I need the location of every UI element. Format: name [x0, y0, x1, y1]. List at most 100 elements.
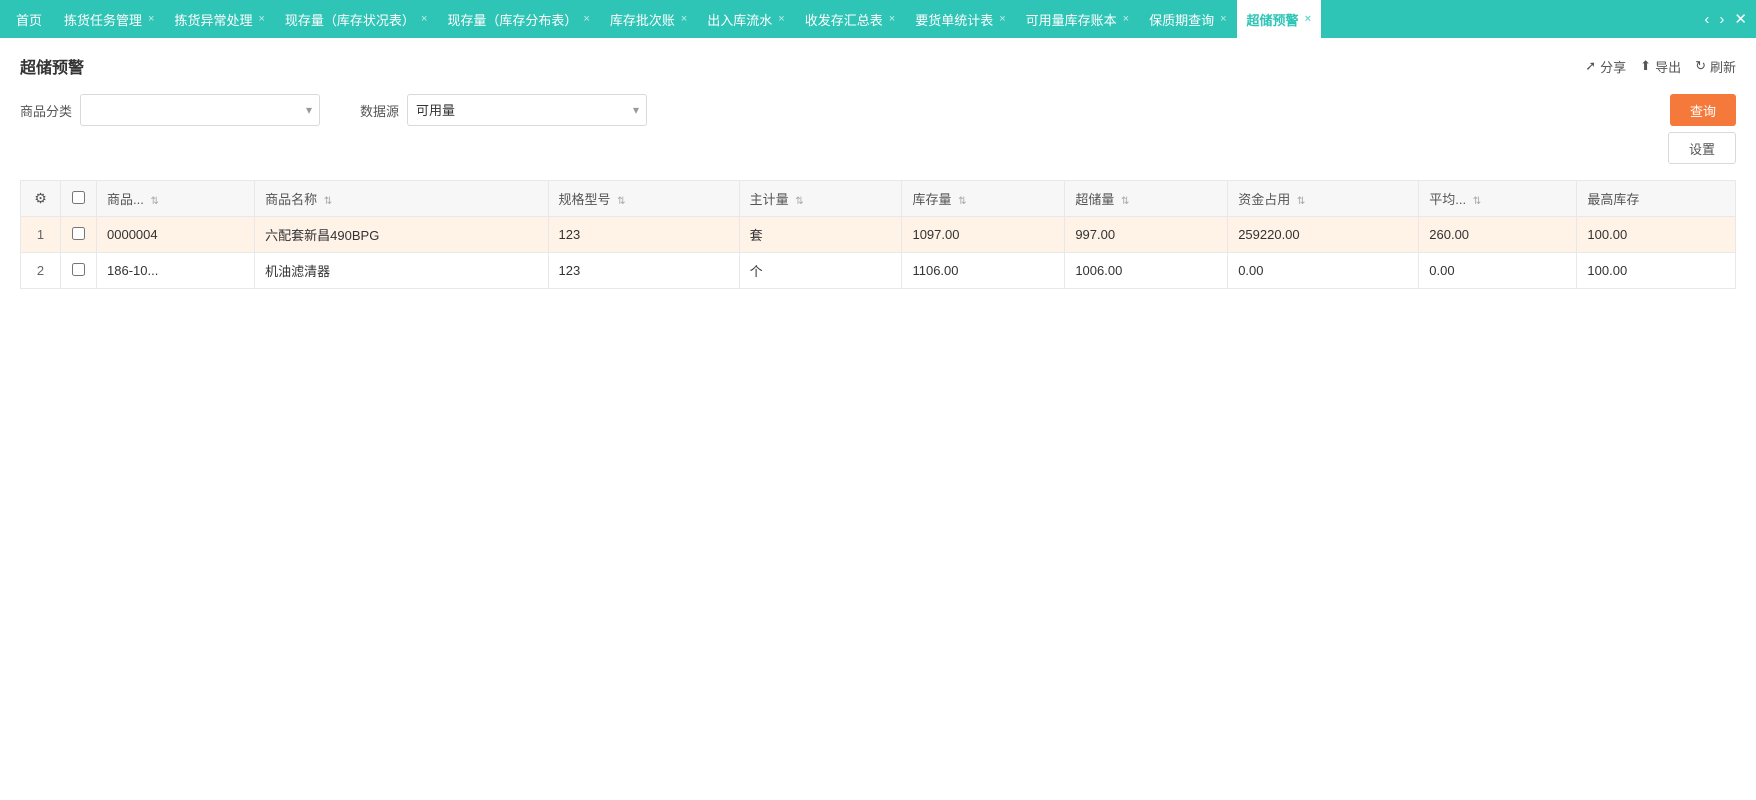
sort-icon: ⇅	[958, 196, 966, 207]
close-icon[interactable]: ×	[889, 13, 895, 25]
close-icon[interactable]: ×	[421, 13, 427, 25]
tab-jianhuorenwu[interactable]: 拣货任务管理 ×	[54, 0, 164, 38]
tab-jianhuoyichang[interactable]: 拣货异常处理 ×	[164, 0, 274, 38]
th-product-name-label: 商品名称	[265, 192, 317, 207]
close-icon[interactable]: ×	[681, 13, 687, 25]
arrow-expand-icon[interactable]: ✕	[1729, 10, 1752, 28]
tab-xiancunliang2[interactable]: 现存量（库存分布表） ×	[437, 0, 599, 38]
sort-icon: ⇅	[795, 196, 803, 207]
share-icon: ➚	[1585, 58, 1596, 74]
th-capital-label: 资金占用	[1238, 192, 1290, 207]
share-button[interactable]: ➚ 分享	[1585, 57, 1626, 76]
th-unit-label: 主计量	[750, 192, 789, 207]
th-stock[interactable]: 库存量 ⇅	[902, 181, 1065, 217]
query-button[interactable]: 查询	[1670, 94, 1736, 126]
datasource-label: 数据源	[360, 101, 399, 120]
arrow-left-icon[interactable]: ‹	[1699, 11, 1714, 28]
cell-overstock: 1006.00	[1065, 253, 1228, 289]
th-spec-label: 规格型号	[559, 192, 611, 207]
close-icon[interactable]: ×	[1220, 13, 1226, 25]
th-capital[interactable]: 资金占用 ⇅	[1228, 181, 1419, 217]
close-icon[interactable]: ×	[1305, 13, 1311, 25]
cell-spec: 123	[548, 253, 739, 289]
main-content: 超储预警 ➚ 分享 ⬆ 导出 ↻ 刷新 商品分类	[0, 38, 1756, 800]
close-icon[interactable]: ×	[778, 13, 784, 25]
table-header-row: ⚙ 商品... ⇅ 商品名称 ⇅ 规格型号 ⇅ 主计量	[21, 181, 1736, 217]
cell-capital: 0.00	[1228, 253, 1419, 289]
cell-max-stock: 100.00	[1577, 253, 1736, 289]
close-icon[interactable]: ×	[148, 13, 154, 25]
row-num: 2	[21, 253, 61, 289]
sort-icon: ⇅	[1473, 196, 1481, 207]
cell-overstock: 997.00	[1065, 217, 1228, 253]
cell-product-name: 机油滤清器	[255, 253, 548, 289]
page-header: 超储预警 ➚ 分享 ⬆ 导出 ↻ 刷新	[20, 54, 1736, 78]
datasource-select[interactable]: 可用量	[407, 94, 647, 126]
header-actions: ➚ 分享 ⬆ 导出 ↻ 刷新	[1585, 57, 1736, 76]
close-icon[interactable]: ×	[583, 13, 589, 25]
cell-avg: 260.00	[1419, 217, 1577, 253]
row-checkbox[interactable]	[72, 227, 85, 240]
tab-shoufacun[interactable]: 收发存汇总表 ×	[795, 0, 905, 38]
filter-category: 商品分类	[20, 94, 320, 126]
close-icon[interactable]: ×	[1123, 13, 1129, 25]
refresh-button[interactable]: ↻ 刷新	[1695, 57, 1736, 76]
cell-stock: 1097.00	[902, 217, 1065, 253]
cell-unit: 套	[739, 217, 902, 253]
page-title: 超储预警	[20, 54, 84, 78]
cell-stock: 1106.00	[902, 253, 1065, 289]
category-select[interactable]	[80, 94, 320, 126]
th-avg-label: 平均...	[1429, 192, 1466, 207]
export-icon: ⬆	[1640, 58, 1651, 74]
filter-buttons: 查询 设置	[1668, 94, 1736, 164]
th-max-stock-label: 最高库存	[1587, 192, 1639, 207]
cell-capital: 259220.00	[1228, 217, 1419, 253]
table-row: 2 186-10... 机油滤清器 123 个 1106.00 1006.00 …	[21, 253, 1736, 289]
tab-chaochuyujing[interactable]: 超储预警 ×	[1237, 0, 1321, 38]
th-unit[interactable]: 主计量 ⇅	[739, 181, 902, 217]
sort-icon: ⇅	[324, 196, 332, 207]
category-label: 商品分类	[20, 101, 72, 120]
datasource-select-wrapper: 可用量	[407, 94, 647, 126]
row-checkbox[interactable]	[72, 263, 85, 276]
th-spec[interactable]: 规格型号 ⇅	[548, 181, 739, 217]
sort-icon: ⇅	[150, 196, 158, 207]
tab-nav-arrows: ‹ › ✕	[1699, 10, 1752, 28]
th-settings[interactable]: ⚙	[21, 181, 61, 217]
th-overstock[interactable]: 超储量 ⇅	[1065, 181, 1228, 217]
table-row: 1 0000004 六配套新昌490BPG 123 套 1097.00 997.…	[21, 217, 1736, 253]
row-num: 1	[21, 217, 61, 253]
tab-yaohuo[interactable]: 要货单统计表 ×	[905, 0, 1015, 38]
arrow-right-icon[interactable]: ›	[1714, 11, 1729, 28]
close-icon[interactable]: ×	[258, 13, 264, 25]
tab-xiancunliang1[interactable]: 现存量（库存状况表） ×	[275, 0, 437, 38]
category-select-wrapper	[80, 94, 320, 126]
filter-area: 商品分类 数据源 可用量 查询 设置	[20, 94, 1736, 164]
tab-kucunpici[interactable]: 库存批次账 ×	[600, 0, 697, 38]
th-checkbox	[61, 181, 97, 217]
nav-home[interactable]: 首页	[4, 10, 54, 29]
cell-product-name: 六配套新昌490BPG	[255, 217, 548, 253]
sort-icon: ⇅	[1121, 196, 1129, 207]
row-checkbox-cell	[61, 217, 97, 253]
settings-gear-icon: ⚙	[34, 190, 47, 207]
select-all-checkbox[interactable]	[72, 191, 85, 204]
th-product-code[interactable]: 商品... ⇅	[97, 181, 255, 217]
close-icon[interactable]: ×	[999, 13, 1005, 25]
cell-product-code: 186-10...	[97, 253, 255, 289]
row-checkbox-cell	[61, 253, 97, 289]
th-avg[interactable]: 平均... ⇅	[1419, 181, 1577, 217]
cell-unit: 个	[739, 253, 902, 289]
th-product-code-label: 商品...	[107, 192, 144, 207]
settings-button[interactable]: 设置	[1668, 132, 1736, 164]
cell-max-stock: 100.00	[1577, 217, 1736, 253]
export-button[interactable]: ⬆ 导出	[1640, 57, 1681, 76]
sort-icon: ⇅	[617, 196, 625, 207]
tab-churukuliushui[interactable]: 出入库流水 ×	[697, 0, 794, 38]
tab-keyongliang[interactable]: 可用量库存账本 ×	[1016, 0, 1139, 38]
topbar: 首页 拣货任务管理 × 拣货异常处理 × 现存量（库存状况表） × 现存量（库存…	[0, 0, 1756, 38]
th-max-stock[interactable]: 最高库存	[1577, 181, 1736, 217]
tab-baozhi[interactable]: 保质期查询 ×	[1139, 0, 1236, 38]
th-product-name[interactable]: 商品名称 ⇅	[255, 181, 548, 217]
th-overstock-label: 超储量	[1075, 192, 1114, 207]
